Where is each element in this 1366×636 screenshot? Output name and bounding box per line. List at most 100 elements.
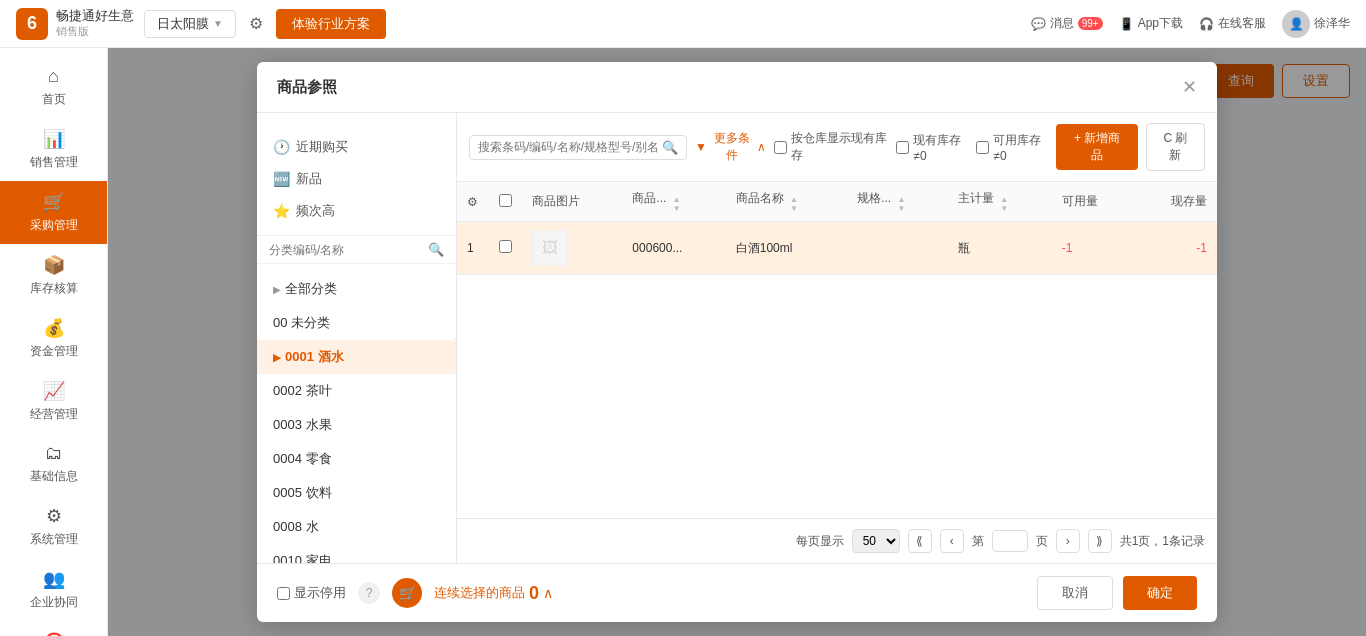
sidebar-label-sales: 销售管理	[30, 154, 78, 171]
sidebar-item-home[interactable]: ⌂ 首页	[0, 56, 107, 118]
last-page-button[interactable]: ⟫	[1088, 529, 1112, 553]
modal-overlay: 商品参照 ✕ 🕐 近期购买 🆕	[108, 48, 1366, 636]
check-stock-nonzero-label[interactable]: 现有库存≠0	[896, 132, 968, 163]
product-reference-modal: 商品参照 ✕ 🕐 近期购买 🆕	[257, 62, 1217, 622]
selected-count: 0	[529, 583, 539, 604]
cat-item-appliance[interactable]: 0010 家电	[257, 544, 456, 563]
row-unit: 瓶	[948, 222, 1052, 275]
row-code: 000600...	[622, 222, 725, 275]
check-usable-nonzero[interactable]	[976, 141, 989, 154]
category-search-input[interactable]	[269, 243, 424, 257]
filter-up-icon: ∧	[757, 140, 766, 154]
col-settings[interactable]: ⚙	[457, 182, 489, 222]
select-all-checkbox[interactable]	[499, 194, 512, 207]
cat-item-liquor[interactable]: ▶ 0001 酒水	[257, 340, 456, 374]
message-badge: 99+	[1078, 17, 1103, 30]
first-page-button[interactable]: ⟪	[908, 529, 932, 553]
content-area: 查询 设置 商品参照 ✕ 🕐	[108, 48, 1366, 636]
per-page-label: 每页显示	[796, 533, 844, 550]
sidebar-item-sales[interactable]: 📊 销售管理	[0, 118, 107, 181]
sidebar-item-purchase[interactable]: 🛒 采购管理	[0, 181, 107, 244]
main-layout: ⌂ 首页 📊 销售管理 🛒 采购管理 📦 库存核算 💰 资金管理 📈 经营管理 …	[0, 48, 1366, 636]
page-number-input[interactable]: 1	[992, 530, 1028, 552]
row-checkbox[interactable]	[499, 240, 512, 253]
col-code[interactable]: 商品... ▲▼	[622, 182, 725, 222]
nav-dropdown-label: 日太阳膜	[157, 15, 209, 33]
filter-icon: ▼	[695, 140, 707, 154]
sidebar-item-system[interactable]: ⚙ 系统管理	[0, 495, 107, 558]
prev-page-button[interactable]: ‹	[940, 529, 964, 553]
modal-body: 🕐 近期购买 🆕 新品 ⭐ 频次高	[257, 113, 1217, 563]
add-product-button[interactable]: + 新增商品	[1056, 124, 1138, 170]
cat-item-all[interactable]: ▶ 全部分类	[257, 272, 456, 306]
col-unit[interactable]: 主计量 ▲▼	[948, 182, 1052, 222]
logo-sub: 销售版	[56, 24, 134, 39]
frequent-icon: ⭐	[273, 203, 290, 219]
refresh-button[interactable]: C 刷新	[1146, 123, 1205, 171]
show-disabled-label[interactable]: 显示停用	[277, 584, 346, 602]
cart-icon[interactable]: 🛒	[392, 578, 422, 608]
cat-item-fruit[interactable]: 0003 水果	[257, 408, 456, 442]
cat-item-snacks[interactable]: 0004 零食	[257, 442, 456, 476]
table-row[interactable]: 1 🖼	[457, 222, 1217, 275]
category-search: 🔍	[257, 236, 456, 264]
check-usable-nonzero-label[interactable]: 可用库存≠0	[976, 132, 1048, 163]
cat-item-tea[interactable]: 0002 茶叶	[257, 374, 456, 408]
category-search-icon[interactable]: 🔍	[428, 242, 444, 257]
filter-more-button[interactable]: ▼ 更多条件 ∧	[695, 130, 766, 164]
product-search-input[interactable]	[478, 140, 658, 154]
table-settings-icon[interactable]: ⚙	[467, 195, 478, 209]
col-stock: 现存量	[1134, 182, 1217, 222]
quick-item-recent[interactable]: 🕐 近期购买	[257, 131, 456, 163]
sidebar-item-operations[interactable]: 📈 经营管理	[0, 370, 107, 433]
modal-close-button[interactable]: ✕	[1182, 76, 1197, 98]
row-name: 白酒100ml	[726, 222, 847, 275]
product-search-icon[interactable]: 🔍	[662, 140, 678, 155]
sidebar-item-guide[interactable]: 🎯 新手引导	[0, 621, 107, 636]
app-download-item[interactable]: 📱 App下载	[1119, 15, 1183, 32]
check-stock-nonzero[interactable]	[896, 141, 909, 154]
product-panel: 🔍 ▼ 更多条件 ∧ 按仓库显示现有库存	[457, 113, 1217, 563]
total-info: 共1页，1条记录	[1120, 533, 1205, 550]
messages-item[interactable]: 💬 消息 99+	[1031, 15, 1103, 32]
panel-collapse-button[interactable]: ◀◀	[456, 322, 457, 354]
product-list-body: 1 🖼	[457, 222, 1217, 275]
gear-icon[interactable]: ⚙	[240, 8, 272, 40]
help-icon[interactable]: ?	[358, 582, 380, 604]
cat-item-beverage[interactable]: 0005 饮料	[257, 476, 456, 510]
pagination-bar: 每页显示 50 ⟪ ‹ 第 1 页 › ⟫ 共1页，1条记录	[457, 518, 1217, 563]
inventory-icon: 📦	[43, 254, 65, 276]
collapse-selected-icon[interactable]: ∧	[543, 585, 553, 601]
cancel-button[interactable]: 取消	[1037, 576, 1113, 610]
quick-item-frequent[interactable]: ⭐ 频次高	[257, 195, 456, 227]
per-page-select[interactable]: 50	[852, 529, 900, 553]
sidebar-label-inventory: 库存核算	[30, 280, 78, 297]
cat-item-water[interactable]: 0008 水	[257, 510, 456, 544]
online-service-item[interactable]: 🎧 在线客服	[1199, 15, 1266, 32]
col-spec[interactable]: 规格... ▲▼	[847, 182, 948, 222]
col-usable-label: 可用量	[1062, 194, 1098, 208]
show-disabled-checkbox[interactable]	[277, 587, 290, 600]
trial-button[interactable]: 体验行业方案	[276, 9, 386, 39]
user-item[interactable]: 👤 徐泽华	[1282, 10, 1350, 38]
show-disabled-text: 显示停用	[294, 584, 346, 602]
sidebar-item-basic[interactable]: 🗂 基础信息	[0, 433, 107, 495]
sales-icon: 📊	[43, 128, 65, 150]
page-suffix: 页	[1036, 533, 1048, 550]
product-search-box: 🔍	[469, 135, 687, 160]
sidebar-item-inventory[interactable]: 📦 库存核算	[0, 244, 107, 307]
check-by-warehouse-label[interactable]: 按仓库显示现有库存	[774, 130, 889, 164]
confirm-button[interactable]: 确定	[1123, 576, 1197, 610]
row-spec	[847, 222, 948, 275]
quick-item-new[interactable]: 🆕 新品	[257, 163, 456, 195]
sidebar-item-finance[interactable]: 💰 资金管理	[0, 307, 107, 370]
next-page-button[interactable]: ›	[1056, 529, 1080, 553]
cat-item-uncategorized[interactable]: 00 未分类	[257, 306, 456, 340]
table-header: ⚙ 商品图片	[457, 182, 1217, 222]
nav-dropdown[interactable]: 日太阳膜 ▼	[144, 10, 236, 38]
col-name[interactable]: 商品名称 ▲▼	[726, 182, 847, 222]
sidebar-label-basic: 基础信息	[30, 468, 78, 485]
check-by-warehouse[interactable]	[774, 141, 787, 154]
sidebar-label-system: 系统管理	[30, 531, 78, 548]
sidebar-item-enterprise[interactable]: 👥 企业协同	[0, 558, 107, 621]
